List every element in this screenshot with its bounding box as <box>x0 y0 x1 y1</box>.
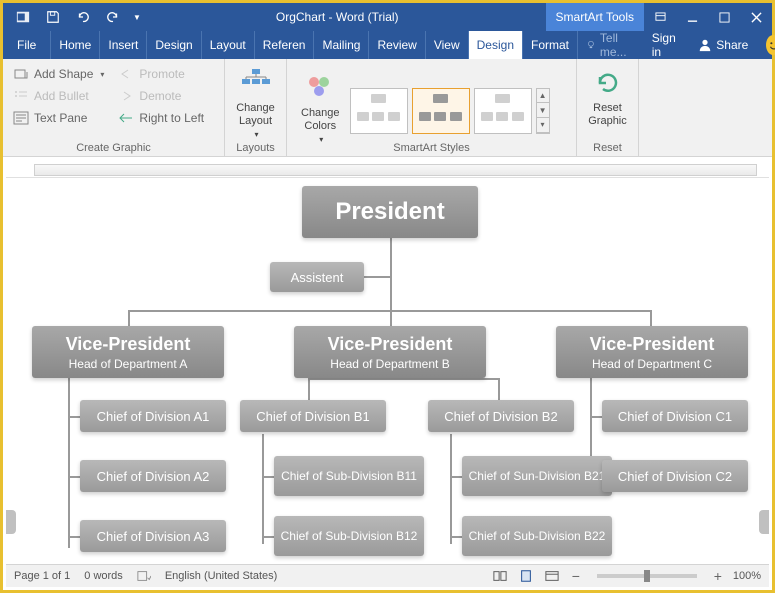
document-area: President Assistent Vice-PresidentHead o… <box>6 160 769 564</box>
maximize-icon[interactable] <box>708 3 740 31</box>
window-title: OrgChart - Word (Trial) <box>149 10 526 24</box>
tab-home[interactable]: Home <box>51 31 100 59</box>
window-controls <box>644 3 772 31</box>
tab-references[interactable]: Referen <box>255 31 315 59</box>
tab-review[interactable]: Review <box>369 31 425 59</box>
ribbon-options-icon[interactable] <box>644 3 676 31</box>
contextual-tab-label: SmartArt Tools <box>546 3 644 31</box>
node-b22[interactable]: Chief of Sub-Division B22 <box>462 516 612 556</box>
status-words[interactable]: 0 words <box>84 570 123 582</box>
add-shape-button[interactable]: Add Shape▾ <box>11 63 106 85</box>
zoom-out-button[interactable]: − <box>569 569 583 583</box>
share-button[interactable]: Share <box>688 38 758 52</box>
node-b21[interactable]: Chief of Sun-Division B21 <box>462 456 612 496</box>
promote-button[interactable]: Promote <box>116 63 206 85</box>
zoom-level[interactable]: 100% <box>733 570 761 582</box>
tab-smartart-format[interactable]: Format <box>523 31 578 59</box>
text-pane-button[interactable]: Text Pane <box>11 107 106 129</box>
layout-icon <box>240 67 272 99</box>
close-icon[interactable] <box>740 3 772 31</box>
status-language[interactable]: English (United States) <box>165 570 278 582</box>
node-b2[interactable]: Chief of Division B2 <box>428 400 574 432</box>
view-web-layout[interactable] <box>543 568 561 584</box>
node-b1[interactable]: Chief of Division B1 <box>240 400 386 432</box>
quick-access-toolbar: ▼ <box>3 5 149 29</box>
zoom-slider[interactable] <box>597 574 697 578</box>
group-smartart-styles: Change Colors▾ ▲▼▾ SmartArt Styles <box>287 59 577 156</box>
group-layouts: Change Layout▾ Layouts <box>225 59 287 156</box>
tab-view[interactable]: View <box>426 31 469 59</box>
feedback-icon[interactable] <box>766 35 775 55</box>
tab-smartart-design[interactable]: Design <box>469 31 523 59</box>
node-c1[interactable]: Chief of Division C1 <box>602 400 748 432</box>
node-c2[interactable]: Chief of Division C2 <box>602 460 748 492</box>
tell-me-search[interactable]: Tell me... <box>578 31 642 59</box>
app-icon[interactable] <box>11 5 35 29</box>
group-create-graphic: Add Shape▾ Add Bullet Text Pane Promote … <box>3 59 225 156</box>
reset-graphic-button[interactable]: Reset Graphic <box>585 63 630 132</box>
gallery-more-button[interactable]: ▲▼▾ <box>536 88 550 134</box>
titlebar: ▼ OrgChart - Word (Trial) SmartArt Tools <box>3 3 772 31</box>
group-label-styles: SmartArt Styles <box>287 142 576 154</box>
style-option-2[interactable] <box>412 88 470 134</box>
expand-handle-left[interactable] <box>6 510 16 534</box>
minimize-icon[interactable] <box>676 3 708 31</box>
group-label-reset: Reset <box>577 142 638 154</box>
menu-file[interactable]: File <box>3 31 51 59</box>
node-a1[interactable]: Chief of Division A1 <box>80 400 226 432</box>
person-icon <box>698 38 712 52</box>
node-vp-b[interactable]: Vice-PresidentHead of Department B <box>294 326 486 378</box>
sign-in-link[interactable]: Sign in <box>644 31 687 59</box>
save-icon[interactable] <box>41 5 65 29</box>
node-b12[interactable]: Chief of Sub-Division B12 <box>274 516 424 556</box>
menubar: File Home Insert Design Layout Referen M… <box>3 31 772 59</box>
tab-design[interactable]: Design <box>147 31 201 59</box>
style-option-1[interactable] <box>350 88 408 134</box>
lightbulb-icon <box>586 38 596 52</box>
node-b11[interactable]: Chief of Sub-Division B11 <box>274 456 424 496</box>
tab-layout[interactable]: Layout <box>202 31 255 59</box>
style-option-3[interactable] <box>474 88 532 134</box>
view-read-mode[interactable] <box>491 568 509 584</box>
horizontal-ruler[interactable] <box>6 160 769 178</box>
node-vp-c[interactable]: Vice-PresidentHead of Department C <box>556 326 748 378</box>
reset-icon <box>592 67 624 99</box>
node-president[interactable]: President <box>302 186 478 238</box>
group-reset: Reset Graphic Reset <box>577 59 639 156</box>
styles-gallery: ▲▼▾ <box>350 63 550 154</box>
tab-insert[interactable]: Insert <box>100 31 147 59</box>
right-to-left-button[interactable]: Right to Left <box>116 107 206 129</box>
spellcheck-icon[interactable] <box>137 569 151 583</box>
view-print-layout[interactable] <box>517 568 535 584</box>
node-vp-a[interactable]: Vice-PresidentHead of Department A <box>32 326 224 378</box>
ribbon: Add Shape▾ Add Bullet Text Pane Promote … <box>3 59 772 157</box>
statusbar: Page 1 of 1 0 words English (United Stat… <box>6 564 769 587</box>
redo-icon[interactable] <box>101 5 125 29</box>
node-a3[interactable]: Chief of Division A3 <box>80 520 226 552</box>
group-label-layouts: Layouts <box>225 142 286 154</box>
status-page[interactable]: Page 1 of 1 <box>14 570 70 582</box>
group-label-create: Create Graphic <box>3 142 224 154</box>
demote-button[interactable]: Demote <box>116 85 206 107</box>
smartart-canvas[interactable]: President Assistent Vice-PresidentHead o… <box>18 178 757 564</box>
undo-icon[interactable] <box>71 5 95 29</box>
tab-mailings[interactable]: Mailing <box>314 31 369 59</box>
change-colors-button[interactable]: Change Colors▾ <box>295 63 346 154</box>
zoom-in-button[interactable]: + <box>711 569 725 583</box>
expand-handle-right[interactable] <box>759 510 769 534</box>
node-assistant[interactable]: Assistent <box>270 262 364 292</box>
qat-more-icon[interactable]: ▼ <box>133 13 141 22</box>
add-bullet-button[interactable]: Add Bullet <box>11 85 106 107</box>
change-layout-button[interactable]: Change Layout▾ <box>233 63 278 145</box>
node-a2[interactable]: Chief of Division A2 <box>80 460 226 492</box>
colors-icon <box>304 72 336 104</box>
